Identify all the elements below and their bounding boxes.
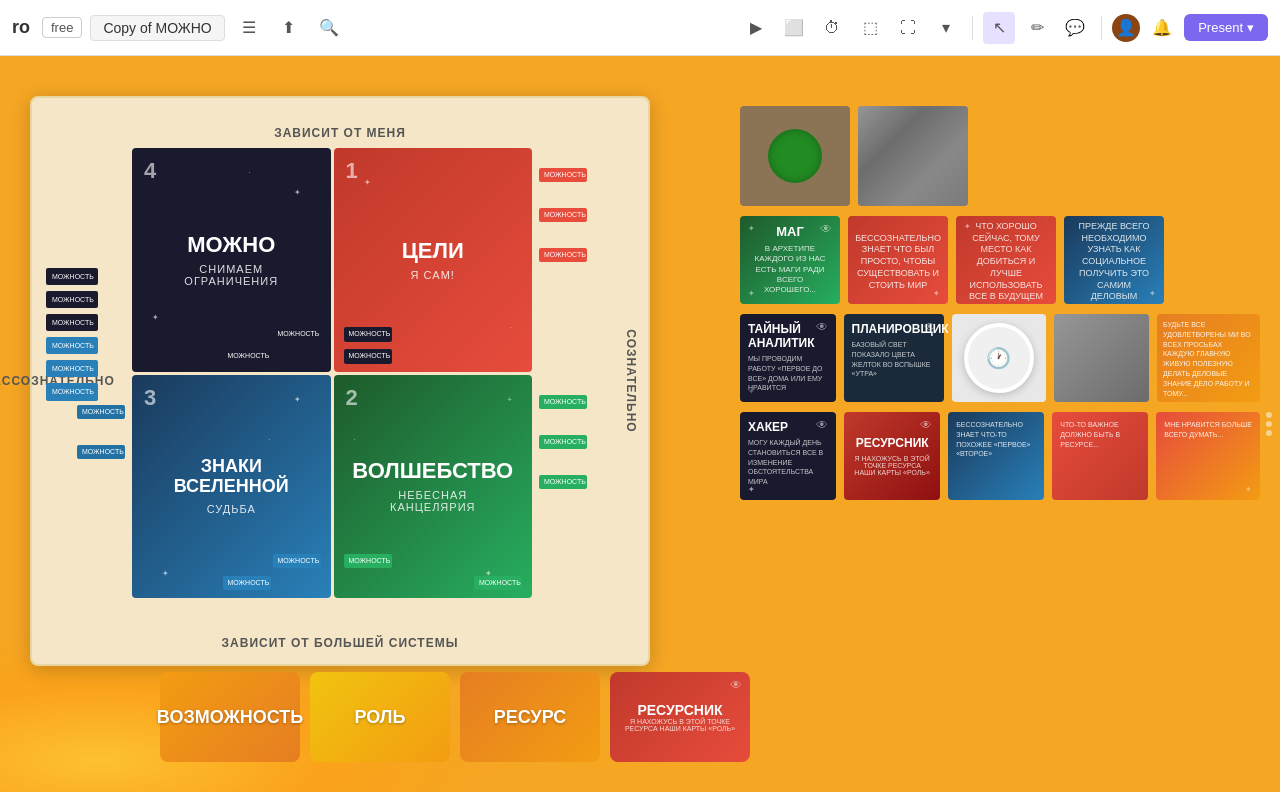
- more-tools-button[interactable]: ▾: [930, 12, 962, 44]
- toolbar-right: ▶ ⬜ ⏱ ⬚ ⛶ ▾ ↖ ✏ 💬 👤 🔔 Present ▾: [740, 12, 1280, 44]
- fullscreen-button[interactable]: ⛶: [892, 12, 924, 44]
- axis-top-label: ЗАВИСИТ ОТ МЕНЯ: [274, 126, 406, 140]
- sticky-note[interactable]: МОЖНОСТЬ: [539, 395, 587, 409]
- quadrant-volshestvo[interactable]: 2 ВОЛШЕБСТВО НЕБЕСНАЯКАНЦЕЛЯРИЯ МОЖНОСТЬ…: [334, 375, 533, 599]
- bottom-card-vozmozhnost[interactable]: ВОЗМОЖНОСТЬ: [160, 672, 300, 762]
- timer-button[interactable]: ⏱: [816, 12, 848, 44]
- bottom-cards-row: ВОЗМОЖНОСТЬ РОЛЬ РЕСУРС 👁 РЕСУРСНИК Я НА…: [160, 672, 750, 762]
- bottom-card-resursnick[interactable]: 👁 РЕСУРСНИК Я НАХОЖУСЬ В ЭТОЙ ТОЧКЕ РЕСУ…: [610, 672, 750, 762]
- sticky-note[interactable]: МОЖНОСТЬ: [539, 248, 587, 262]
- eye-icon: 👁: [920, 418, 932, 432]
- sticky-note[interactable]: МОЖНОСТЬ: [539, 475, 587, 489]
- card-red3[interactable]: ЧТО-ТО ВАЖНОЕ ДОЛЖНО БЫТЬ В РЕСУРСЕ...: [1052, 412, 1148, 500]
- axis-right-label: СОЗНАТЕЛЬНО: [624, 329, 638, 432]
- card-taynyy-analitik[interactable]: 👁 ТАЙНЫЙАНАЛИТИК МЫ ПРОВОДИМ РАБОТУ «ПЕР…: [740, 314, 836, 402]
- left-sticky-3[interactable]: МОЖНОСТЬ: [46, 314, 98, 331]
- canvas[interactable]: ЗАВИСИТ ОТ МЕНЯ ЗАВИСИТ ОТ БОЛЬШЕЙ СИСТЕ…: [0, 56, 1280, 792]
- photo-row: [740, 106, 1260, 206]
- sticky-note[interactable]: МОЖНОСТЬ: [77, 405, 125, 419]
- card-red2[interactable]: ЧТО ХОРОШО СЕЙЧАС, ТОМУ МЕСТО КАК ДОБИТЬ…: [956, 216, 1056, 304]
- scroll-indicator[interactable]: [1266, 412, 1272, 436]
- left-sticky-5[interactable]: МОЖНОСТЬ: [46, 360, 98, 377]
- record-button[interactable]: ⬚: [854, 12, 886, 44]
- quadrant-tseli[interactable]: 1 ЦЕЛИ Я САМ! МОЖНОСТЬ МОЖНОСТЬ МОЖНОСТЬ…: [334, 148, 533, 372]
- toolbar-separator2: [1101, 16, 1102, 40]
- left-sticky-1[interactable]: МОЖНОСТЬ: [46, 268, 98, 285]
- card-blue1[interactable]: ПРЕЖДЕ ВСЕГО НЕОБХОДИМО УЗНАТЬ КАК СОЦИА…: [1064, 216, 1164, 304]
- middle-row: 👁 ТАЙНЫЙАНАЛИТИК МЫ ПРОВОДИМ РАБОТУ «ПЕР…: [740, 314, 1260, 402]
- quadrant-grid: 4 МОЖНО СНИМАЕМОГРАНИЧЕНИЯ МОЖНОСТЬ МОЖН…: [132, 148, 532, 598]
- eye-icon: 👁: [924, 320, 936, 334]
- notifications-button[interactable]: 🔔: [1146, 12, 1178, 44]
- sticky-note[interactable]: МОЖНОСТЬ: [223, 576, 271, 590]
- card-blue2[interactable]: БЕССОЗНАТЕЛЬНО ЗНАЕТ ЧТО-ТО ПОХОЖЕЕ «ПЕР…: [948, 412, 1044, 500]
- cursor-tool-button[interactable]: ↖: [983, 12, 1015, 44]
- free-badge: free: [42, 17, 82, 38]
- sticky-note[interactable]: МОЖНОСТЬ: [273, 327, 321, 341]
- photo-coffee: [740, 106, 850, 206]
- card-resursnick[interactable]: 👁 РЕСУРСНИК Я НАХОЖУСЬ В ЭТОЙ ТОЧКЕ РЕСУ…: [844, 412, 940, 500]
- photo-stone: [858, 106, 968, 206]
- toolbar-left: ro free Copy of МОЖНО ☰ ⬆ 🔍: [0, 12, 357, 44]
- app-logo: ro: [12, 17, 30, 38]
- search-button[interactable]: 🔍: [313, 12, 345, 44]
- quadrant-znaki[interactable]: 3 ЗНАКИВСЕЛЕННОЙ СУДЬБА МОЖНОСТЬ МОЖНОСТ…: [132, 375, 331, 599]
- sticky-note[interactable]: МОЖНОСТЬ: [539, 168, 587, 182]
- left-sticky-2[interactable]: МОЖНОСТЬ: [46, 291, 98, 308]
- eye-icon: 👁: [816, 320, 828, 334]
- card-red-orange[interactable]: МНЕ НРАВИТСЯ БОЛЬШЕ ВСЕГО ДУМАТЬ... ✦: [1156, 412, 1260, 500]
- axis-bottom-label: ЗАВИСИТ ОТ БОЛЬШЕЙ СИСТЕМЫ: [222, 636, 459, 650]
- bottom-card-rol[interactable]: РОЛЬ: [310, 672, 450, 762]
- card-text-orange[interactable]: БУДЬТЕ ВСЕ УДОВЛЕТВОРЕНЫ МИ ВО ВСЕХ ПРОС…: [1157, 314, 1260, 402]
- eye-icon: 👁: [816, 418, 828, 432]
- eye-icon: 👁: [820, 222, 832, 236]
- left-sticky-4[interactable]: МОЖНОСТЬ: [46, 337, 98, 354]
- quadrant-mozhno[interactable]: 4 МОЖНО СНИМАЕМОГРАНИЧЕНИЯ МОЖНОСТЬ МОЖН…: [132, 148, 331, 372]
- pen-tool-button[interactable]: ✏: [1021, 12, 1053, 44]
- card-planner[interactable]: 👁 ПЛАНИРОВЩИК БАЗОВЫЙ СВЕТ ПОКАЗАЛО ЦВЕТ…: [844, 314, 944, 402]
- photo-stone2: [1054, 314, 1149, 402]
- toolbar-separator: [972, 16, 973, 40]
- sticky-note[interactable]: МОЖНОСТЬ: [223, 349, 271, 363]
- sticky-note[interactable]: МОЖНОСТЬ: [273, 554, 321, 568]
- right-panel: 👁 МАГ В АРХЕТИПЕ КАЖДОГО ИЗ НАС ЕСТЬ МАГ…: [740, 106, 1260, 500]
- doc-title[interactable]: Copy of МОЖНО: [90, 15, 224, 41]
- nav-forward-button[interactable]: ▶: [740, 12, 772, 44]
- comment-button[interactable]: 💬: [1059, 12, 1091, 44]
- scroll-dot: [1266, 430, 1272, 436]
- quadrant-board: ЗАВИСИТ ОТ МЕНЯ ЗАВИСИТ ОТ БОЛЬШЕЙ СИСТЕ…: [30, 96, 650, 666]
- left-stickies: МОЖНОСТЬ МОЖНОСТЬ МОЖНОСТЬ МОЖНОСТЬ МОЖН…: [46, 268, 98, 401]
- avatar-button[interactable]: 👤: [1112, 14, 1140, 42]
- color-cards-row1: 👁 МАГ В АРХЕТИПЕ КАЖДОГО ИЗ НАС ЕСТЬ МАГ…: [740, 216, 1260, 304]
- left-sticky-6[interactable]: МОЖНОСТЬ: [46, 383, 98, 400]
- sticky-note[interactable]: МОЖНОСТЬ: [344, 554, 392, 568]
- frame-button[interactable]: ⬜: [778, 12, 810, 44]
- share-button[interactable]: ⬆: [273, 12, 305, 44]
- sticky-note[interactable]: МОЖНОСТЬ: [344, 327, 392, 341]
- present-button[interactable]: Present ▾: [1184, 14, 1268, 41]
- scroll-dot: [1266, 421, 1272, 427]
- sticky-note[interactable]: МОЖНОСТЬ: [77, 445, 125, 459]
- bottom-row: 👁 ХАКЕР МОГУ КАЖДЫЙ ДЕНЬ СТАНОВИТЬСЯ ВСЕ…: [740, 412, 1260, 500]
- photo-clock: 🕐: [952, 314, 1047, 402]
- card-mag[interactable]: 👁 МАГ В АРХЕТИПЕ КАЖДОГО ИЗ НАС ЕСТЬ МАГ…: [740, 216, 840, 304]
- sticky-note[interactable]: МОЖНОСТЬ: [539, 208, 587, 222]
- sticky-note[interactable]: МОЖНОСТЬ: [474, 576, 522, 590]
- sticky-note[interactable]: МОЖНОСТЬ: [344, 349, 392, 363]
- menu-button[interactable]: ☰: [233, 12, 265, 44]
- toolbar: ro free Copy of МОЖНО ☰ ⬆ 🔍 ▶ ⬜ ⏱ ⬚ ⛶ ▾ …: [0, 0, 1280, 56]
- bottom-card-resurs[interactable]: РЕСУРС: [460, 672, 600, 762]
- sticky-note[interactable]: МОЖНОСТЬ: [539, 435, 587, 449]
- scroll-dot: [1266, 412, 1272, 418]
- card-red1[interactable]: БЕССОЗНАТЕЛЬНО ЗНАЕТ ЧТО БЫЛ ПРОСТО, ЧТО…: [848, 216, 948, 304]
